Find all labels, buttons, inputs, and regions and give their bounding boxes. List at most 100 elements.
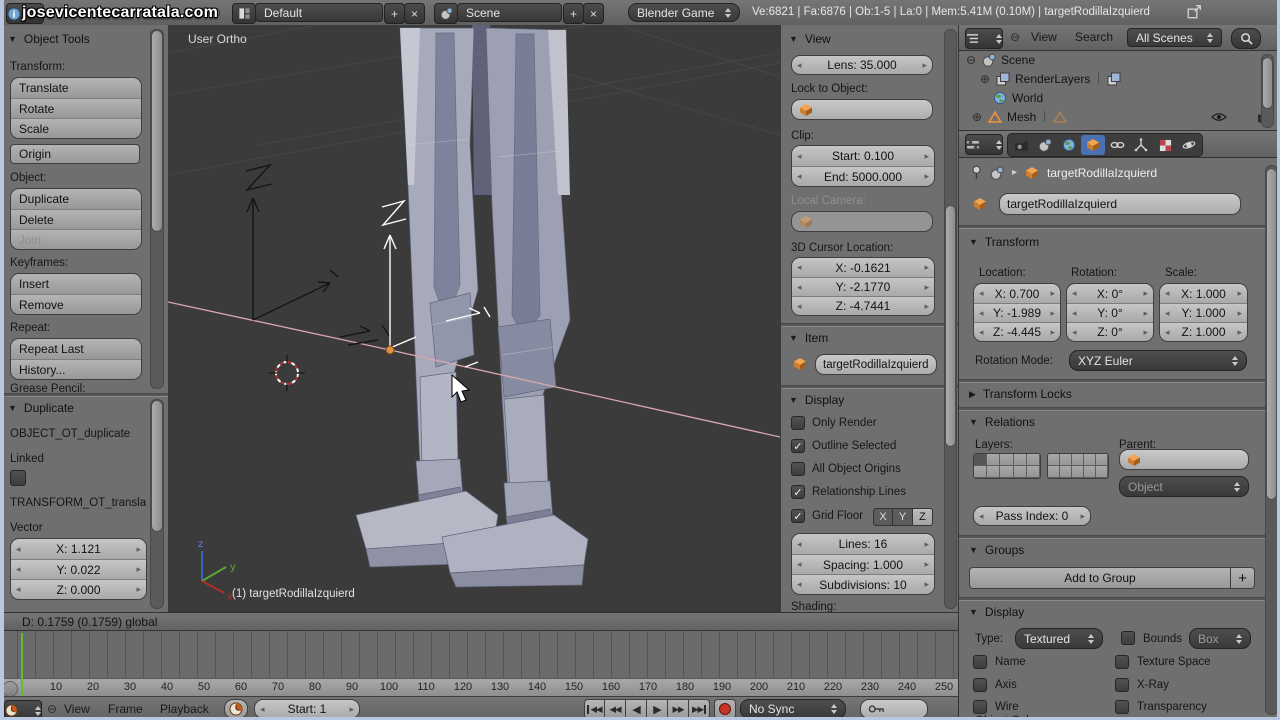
- panel-header-object-tools[interactable]: Object Tools: [8, 32, 90, 46]
- bounds-type-select[interactable]: Box: [1189, 628, 1251, 649]
- linked-checkbox[interactable]: [10, 470, 26, 486]
- outliner-row-world[interactable]: World: [959, 88, 1280, 107]
- frame-start-field[interactable]: Start: 1: [254, 699, 360, 719]
- xray-checkbox[interactable]: [1115, 678, 1129, 692]
- duplicate-scrollbar-thumb[interactable]: [151, 400, 163, 532]
- outliner-row-mesh[interactable]: ⊕ Mesh: [959, 107, 1280, 126]
- item-name-field[interactable]: targetRodillaIzquierd: [815, 354, 937, 375]
- remove-keyframe-button[interactable]: Remove: [11, 294, 141, 314]
- time-toggle-button[interactable]: [224, 699, 248, 719]
- tab-scene[interactable]: [1033, 135, 1057, 155]
- vector-z-field[interactable]: Z: 0.000: [11, 579, 146, 599]
- outliner-editor-type-button[interactable]: [965, 28, 1003, 49]
- timeline-canvas[interactable]: [0, 631, 958, 678]
- scenes-filter-select[interactable]: All Scenes: [1127, 28, 1222, 47]
- sync-mode-select[interactable]: No Sync: [740, 699, 846, 719]
- timeline-menu-view[interactable]: View: [64, 702, 90, 716]
- viewport-canvas[interactable]: z y x: [168, 25, 780, 612]
- name-checkbox[interactable]: [973, 655, 987, 669]
- jump-to-end-button[interactable]: ▶▶: [689, 699, 710, 719]
- pass-index-field[interactable]: Pass Index: 0: [973, 506, 1091, 526]
- parent-type-select[interactable]: Object: [1119, 476, 1249, 497]
- join-button[interactable]: Join: [11, 229, 141, 249]
- add-to-group-button[interactable]: Add to Group: [969, 567, 1231, 589]
- jump-to-start-button[interactable]: ◀◀: [584, 699, 605, 719]
- breadcrumb-object-name[interactable]: targetRodillaIzquierd: [1047, 166, 1157, 180]
- tab-object[interactable]: [1081, 135, 1105, 155]
- grid-subdivisions-field[interactable]: Subdivisions: 10: [792, 574, 934, 594]
- layers-grid-left[interactable]: [973, 453, 1041, 479]
- collapse-icon[interactable]: ⊖: [965, 53, 977, 67]
- delete-button[interactable]: Delete: [11, 209, 141, 229]
- translate-button[interactable]: Translate: [11, 78, 141, 98]
- cursor-x-field[interactable]: X: -0.1621: [792, 258, 934, 277]
- grid-axis-y-button[interactable]: Y: [893, 508, 913, 526]
- window-duplicate-button[interactable]: [1186, 4, 1202, 23]
- outline-selected-checkbox[interactable]: [791, 439, 805, 453]
- cursor-y-field[interactable]: Y: -2.1770: [792, 277, 934, 296]
- location-y-field[interactable]: Y: -1.989: [974, 303, 1060, 322]
- timeline-ruler[interactable]: 10 20 30 40 50 60 70 80 90 100 110 120 130 140 150 160 1…: [0, 678, 958, 697]
- rotate-button[interactable]: Rotate: [11, 98, 141, 118]
- properties-scrollbar-thumb[interactable]: [1266, 168, 1277, 500]
- play-reverse-button[interactable]: ◀: [626, 699, 647, 719]
- timeline-menu-frame[interactable]: Frame: [108, 702, 143, 716]
- texture-space-checkbox[interactable]: [1115, 655, 1129, 669]
- repeat-last-button[interactable]: Repeat Last: [11, 339, 141, 359]
- scene-delete-button[interactable]: ×: [583, 3, 604, 24]
- rotation-mode-select[interactable]: XYZ Euler: [1069, 350, 1247, 371]
- scene-name-field[interactable]: Scene: [457, 3, 562, 22]
- insert-keyframe-button[interactable]: Insert: [11, 274, 141, 294]
- keying-set-field[interactable]: [860, 699, 928, 719]
- grid-spacing-field[interactable]: Spacing: 1.000: [792, 554, 934, 574]
- rotation-z-field[interactable]: Z: 0°: [1067, 322, 1153, 341]
- panel-header-display[interactable]: Display: [969, 605, 1024, 619]
- tab-physics[interactable]: [1177, 135, 1201, 155]
- only-render-checkbox[interactable]: [791, 416, 805, 430]
- wire-checkbox[interactable]: [973, 700, 987, 714]
- lens-field[interactable]: Lens: 35.000: [791, 55, 933, 75]
- tab-texture[interactable]: [1153, 135, 1177, 155]
- outliner-scrollbar-thumb[interactable]: [1262, 57, 1273, 109]
- tab-object-data[interactable]: [1129, 135, 1153, 155]
- scene-add-button[interactable]: +: [563, 3, 584, 24]
- display-type-select[interactable]: Textured: [1015, 628, 1103, 649]
- viewport-3d[interactable]: z y x User Ortho (1) targetRodillaIzquie…: [168, 25, 780, 612]
- tool-shelf-scrollbar-track[interactable]: [150, 29, 164, 389]
- outliner-menu-view[interactable]: View: [1031, 30, 1057, 44]
- visibility-eye-icon[interactable]: [1211, 112, 1227, 122]
- n-panel-scrollbar-track[interactable]: [944, 29, 957, 609]
- layers-grid-right[interactable]: [1047, 453, 1109, 479]
- relationship-lines-checkbox[interactable]: [791, 485, 805, 499]
- grid-floor-checkbox[interactable]: [791, 509, 805, 523]
- properties-editor-type-button[interactable]: [965, 134, 1003, 155]
- expand-icon[interactable]: ⊕: [971, 110, 983, 124]
- next-keyframe-button[interactable]: ▶▶: [668, 699, 689, 719]
- history-button[interactable]: History...: [11, 359, 141, 379]
- location-x-field[interactable]: X: 0.700: [974, 284, 1060, 303]
- ruler-slider-knob[interactable]: [2, 681, 18, 697]
- cursor-z-field[interactable]: Z: -4.7441: [792, 296, 934, 315]
- selectable-cursor-icon[interactable]: [1237, 110, 1247, 124]
- duplicate-button[interactable]: Duplicate: [11, 189, 141, 209]
- panel-header-groups[interactable]: Groups: [969, 543, 1024, 557]
- all-object-origins-checkbox[interactable]: [791, 462, 805, 476]
- current-frame-playhead[interactable]: [21, 633, 23, 696]
- grid-axis-z-button[interactable]: Z: [913, 508, 933, 526]
- origin-button[interactable]: Origin: [10, 144, 140, 164]
- local-camera-field[interactable]: [791, 211, 933, 232]
- engine-select[interactable]: Blender Game: [628, 3, 740, 22]
- rotation-y-field[interactable]: Y: 0°: [1067, 303, 1153, 322]
- layout-delete-button[interactable]: ×: [404, 3, 425, 24]
- record-button[interactable]: [714, 699, 736, 719]
- lock-to-object-field[interactable]: [791, 99, 933, 120]
- layout-browse-button[interactable]: [232, 3, 256, 24]
- collapse-icon[interactable]: ⊖: [46, 702, 58, 716]
- panel-header-item[interactable]: Item: [789, 331, 828, 345]
- outliner-menu-search[interactable]: Search: [1075, 30, 1113, 44]
- bounds-checkbox[interactable]: [1121, 631, 1135, 645]
- panel-header-duplicate[interactable]: Duplicate: [8, 401, 74, 415]
- parent-object-field[interactable]: [1119, 449, 1249, 470]
- panel-header-transform[interactable]: Transform: [969, 235, 1039, 249]
- tool-shelf-scrollbar-thumb[interactable]: [151, 30, 163, 232]
